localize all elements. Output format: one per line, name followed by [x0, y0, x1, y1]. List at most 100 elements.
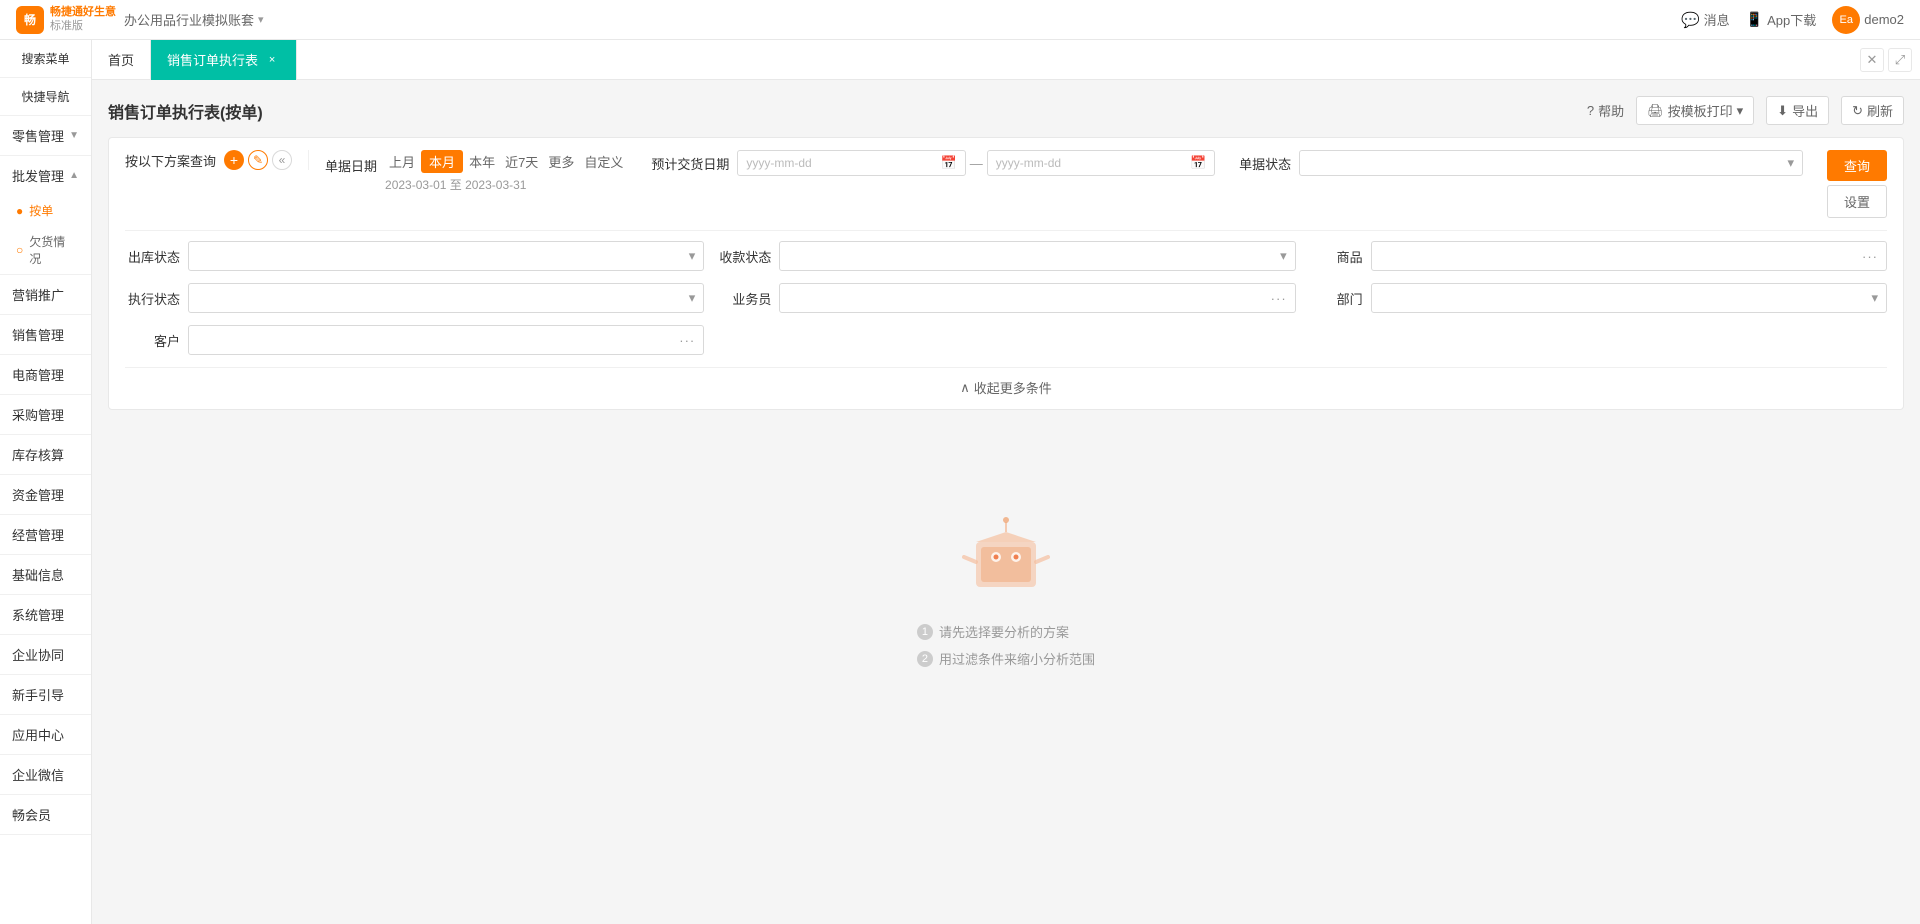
export-button[interactable]: ⬇ 导出 — [1766, 96, 1829, 125]
ship-status-group: 出库状态 ▾ — [125, 241, 704, 271]
sidebar-search[interactable]: 搜索菜单 — [0, 40, 91, 78]
sidebar-item-enterprise[interactable]: 企业协同 — [0, 635, 91, 674]
scheme-label: 按以下方案查询 — [125, 151, 216, 170]
sidebar: 搜索菜单 快捷导航 零售管理 ▼ 批发管理 ▲ ● 按单 — [0, 40, 92, 924]
sidebar-item-sales[interactable]: 销售管理 — [0, 315, 91, 354]
avatar: Ea — [1832, 6, 1860, 34]
main-layout: 搜索菜单 快捷导航 零售管理 ▼ 批发管理 ▲ ● 按单 — [0, 40, 1920, 924]
nav-group-finance: 资金管理 — [0, 475, 91, 515]
goods-group: 商品 ··· — [1308, 241, 1887, 271]
filter-divider-2 — [125, 367, 1887, 368]
dept-group: 部门 ▾ — [1308, 283, 1887, 313]
goods-select[interactable]: ··· — [1371, 241, 1887, 271]
filter-main-row: 单据日期 上月 本月 本年 近7天 更多 自定义 — [325, 150, 1887, 218]
date-last-month[interactable]: 上月 — [385, 150, 419, 173]
salesperson-group: 业务员 ··· — [716, 283, 1295, 313]
sidebar-item-marketing[interactable]: 营销推广 — [0, 275, 91, 314]
nav-group-wholesale: 批发管理 ▲ ● 按单 ○ 欠货情况 — [0, 156, 91, 275]
template-print-button[interactable]: 🖨 按模板打印 ▾ — [1636, 96, 1754, 125]
tip-1-num: 1 — [917, 624, 933, 640]
tab-close-button[interactable]: × — [264, 52, 280, 68]
logo-text: 畅捷通好生意 标准版 — [50, 6, 116, 32]
message-button[interactable]: 💬 消息 — [1681, 10, 1730, 29]
edit-scheme-button[interactable]: ✎ — [248, 150, 268, 170]
date-custom[interactable]: 自定义 — [580, 150, 627, 173]
dept-select[interactable]: ▾ — [1371, 283, 1887, 313]
exec-status-select[interactable]: ▾ — [188, 283, 704, 313]
help-button[interactable]: ? 帮助 — [1587, 101, 1624, 120]
ship-status-label: 出库状态 — [125, 247, 180, 266]
app-download-button[interactable]: 📱 App下载 — [1746, 10, 1817, 29]
logo-icon: 畅 — [16, 6, 44, 34]
salesperson-select[interactable]: ··· — [779, 283, 1295, 313]
sidebar-sub-by-order[interactable]: ● 按单 — [0, 195, 91, 226]
empty-tips: 1 请先选择要分析的方案 2 用过滤条件来缩小分析范围 — [917, 622, 1095, 676]
sidebar-item-apps[interactable]: 应用中心 — [0, 715, 91, 754]
sidebar-item-guide[interactable]: 新手引导 — [0, 675, 91, 714]
receipt-status-select[interactable]: ▾ — [779, 241, 1295, 271]
nav-group-wechat: 企业微信 — [0, 755, 91, 795]
date-more[interactable]: 更多 — [544, 150, 578, 173]
dept-label: 部门 — [1308, 289, 1363, 308]
nav-group-retail: 零售管理 ▼ — [0, 116, 91, 156]
sidebar-item-system[interactable]: 系统管理 — [0, 595, 91, 634]
nav-group-business: 经营管理 — [0, 515, 91, 555]
sidebar-item-wholesale[interactable]: 批发管理 ▲ — [0, 156, 91, 195]
sidebar-quick-nav[interactable]: 快捷导航 — [0, 78, 91, 116]
sidebar-item-purchase[interactable]: 采购管理 — [0, 395, 91, 434]
page-title: 销售订单执行表(按单) — [108, 99, 263, 123]
date-this-year[interactable]: 本年 — [465, 150, 499, 173]
expected-date-group: 预计交货日期 yyyy-mm-dd 📅 — yyyy-mm-dd — [651, 150, 1215, 176]
user-avatar-button[interactable]: Ea demo2 — [1832, 6, 1904, 34]
tab-close-all-button[interactable]: ✕ — [1860, 48, 1884, 72]
filter-row-3: 执行状态 ▾ 业务员 ··· — [125, 283, 1887, 313]
nav-group-basic: 基础信息 — [0, 555, 91, 595]
date-range-display: 2023-03-01 至 2023-03-31 — [385, 176, 627, 193]
expected-date-label: 预计交货日期 — [651, 154, 729, 173]
date-this-month[interactable]: 本月 — [421, 150, 463, 173]
collapse-button[interactable]: ∧ 收起更多条件 — [125, 378, 1887, 397]
query-button[interactable]: 查询 — [1827, 150, 1887, 181]
customer-group: 客户 ··· — [125, 325, 704, 355]
sidebar-item-inventory[interactable]: 库存核算 — [0, 435, 91, 474]
status-label: 单据状态 — [1239, 154, 1291, 173]
filter-row-2: 出库状态 ▾ 收款状态 ▾ — [125, 241, 1887, 271]
sidebar-item-wechat[interactable]: 企业微信 — [0, 755, 91, 794]
ship-status-select[interactable]: ▾ — [188, 241, 704, 271]
breadcrumb[interactable]: 办公用品行业模拟账套 ▾ — [124, 10, 264, 29]
sidebar-sub-backorder[interactable]: ○ 欠货情况 — [0, 226, 91, 274]
expected-date-end[interactable]: yyyy-mm-dd 📅 — [987, 150, 1215, 176]
status-select[interactable]: ▾ — [1299, 150, 1803, 176]
settings-button[interactable]: 设置 — [1827, 185, 1887, 218]
sidebar-item-finance[interactable]: 资金管理 — [0, 475, 91, 514]
date-filter-options: 上月 本月 本年 近7天 更多 自定义 2023-03-01 至 2023-03… — [385, 150, 627, 193]
goods-label: 商品 — [1308, 247, 1363, 266]
sidebar-item-retail[interactable]: 零售管理 ▼ — [0, 116, 91, 155]
customer-select[interactable]: ··· — [188, 325, 704, 355]
sidebar-item-ecommerce[interactable]: 电商管理 — [0, 355, 91, 394]
sidebar-item-business[interactable]: 经营管理 — [0, 515, 91, 554]
tab-home[interactable]: 首页 — [92, 40, 151, 80]
date-last7[interactable]: 近7天 — [501, 150, 542, 173]
collapse-scheme-button[interactable]: « — [272, 150, 292, 170]
sidebar-item-basic[interactable]: 基础信息 — [0, 555, 91, 594]
expected-date-start[interactable]: yyyy-mm-dd 📅 — [737, 150, 965, 176]
header-right: 💬 消息 📱 App下载 Ea demo2 — [1681, 6, 1904, 34]
refresh-button[interactable]: ↻ 刷新 — [1841, 96, 1904, 125]
nav-group-purchase: 采购管理 — [0, 395, 91, 435]
filter-panel: 按以下方案查询 + ✎ « 单据日期 — [108, 137, 1904, 410]
tab-expand-button[interactable]: ⤢ — [1888, 48, 1912, 72]
nav-group-system: 系统管理 — [0, 595, 91, 635]
nav-group-marketing: 营销推广 — [0, 275, 91, 315]
page-content: 销售订单执行表(按单) ? 帮助 🖨 按模板打印 ▾ ⬇ — [92, 80, 1920, 924]
add-scheme-button[interactable]: + — [224, 150, 244, 170]
tab-sales-order[interactable]: 销售订单执行表 × — [151, 40, 297, 80]
scheme-actions: + ✎ « — [224, 150, 292, 170]
left-scheme-panel: 按以下方案查询 + ✎ « — [125, 150, 309, 170]
date-filter-group: 单据日期 上月 本月 本年 近7天 更多 自定义 — [325, 150, 627, 193]
retail-arrow: ▼ — [69, 130, 79, 141]
nav-group-inventory: 库存核算 — [0, 435, 91, 475]
tab-bar-right: ✕ ⤢ — [1860, 48, 1920, 72]
page-title-bar: 销售订单执行表(按单) ? 帮助 🖨 按模板打印 ▾ ⬇ — [108, 96, 1904, 125]
sidebar-item-member[interactable]: 畅会员 — [0, 795, 91, 834]
